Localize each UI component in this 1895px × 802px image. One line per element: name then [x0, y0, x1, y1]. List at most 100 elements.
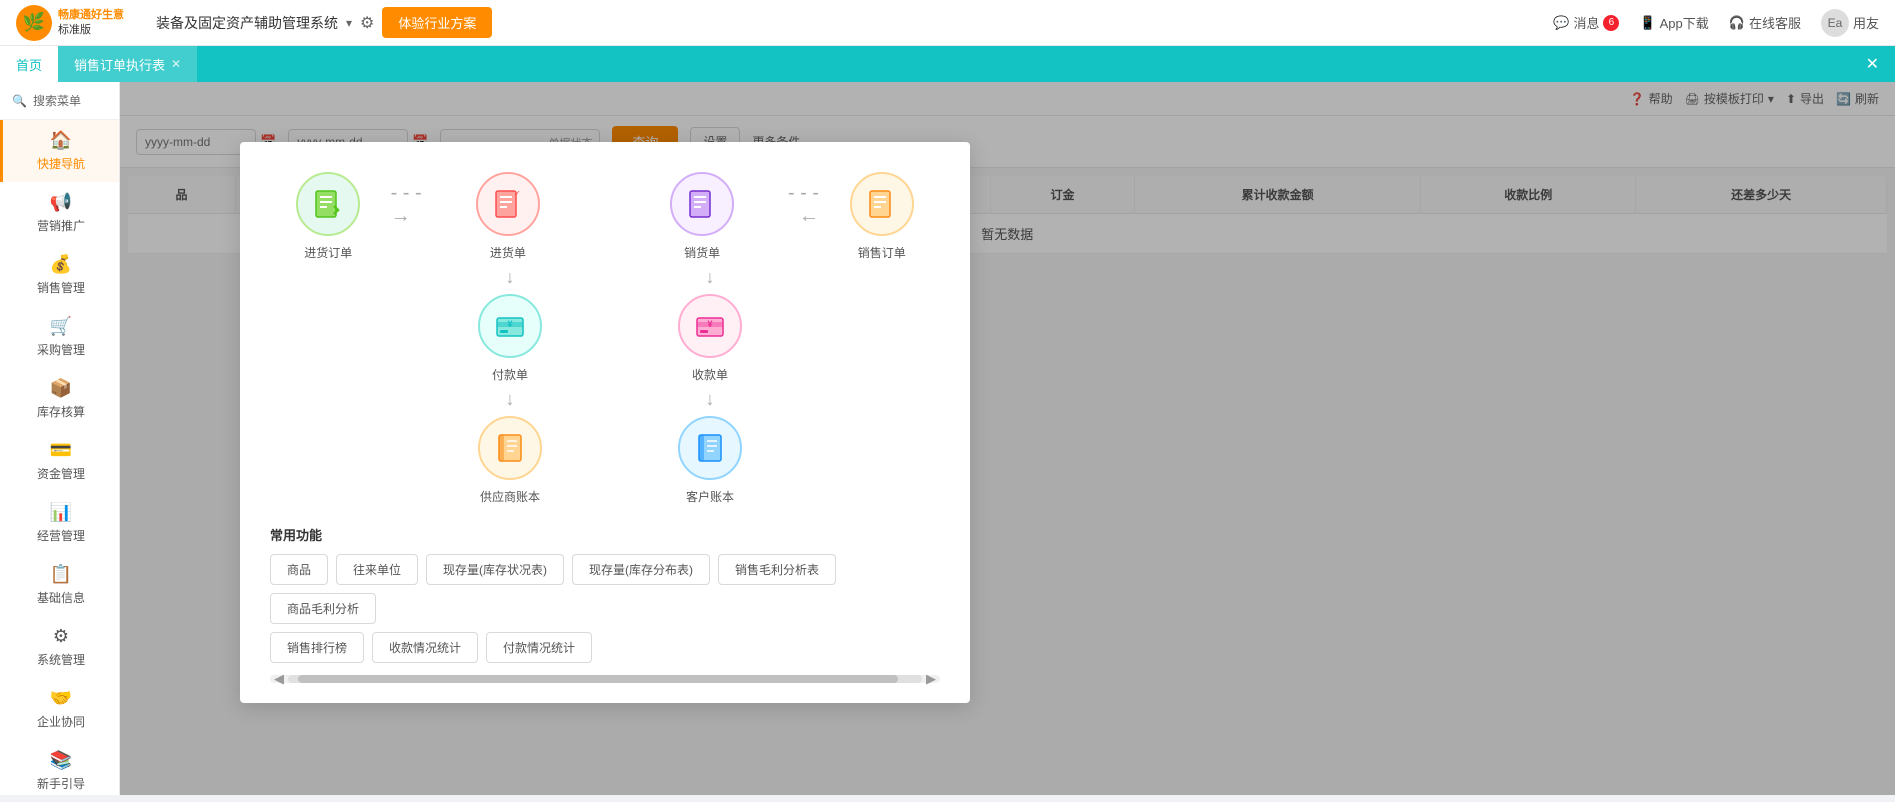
logo-area: 🌿 畅康通好生意 标准版	[16, 5, 136, 41]
scroll-left-arrow[interactable]: ◀	[270, 671, 288, 687]
flow-row-1: 进货订单 - - - → ✓	[270, 172, 940, 261]
flow-node-sales-slip: 销货单	[644, 172, 761, 261]
scrollbar-thumb[interactable]	[298, 675, 898, 683]
window-close-icon[interactable]: ✕	[1866, 54, 1895, 74]
flow-row-2: ¥ 付款单 ¥	[270, 294, 770, 383]
system-title-area: 装备及固定资产辅助管理系统 ▾ ⚙ 体验行业方案	[136, 7, 1553, 38]
tab-home[interactable]: 首页	[0, 46, 58, 82]
down-arrow-sales: ↓	[650, 267, 770, 288]
sidebar-item-purchase[interactable]: 🛒 采购管理	[0, 306, 119, 368]
purchase-icon: 🛒	[50, 316, 72, 337]
message-icon: 💬	[1553, 15, 1569, 31]
func-btn-receipt-stats[interactable]: 收款情况统计	[372, 632, 478, 663]
svg-text:¥: ¥	[707, 319, 712, 329]
sidebar-item-guide[interactable]: 📚 新手引导	[0, 740, 119, 802]
receipt-label: 收款单	[692, 366, 728, 383]
purchase-slip-circle[interactable]: ✓	[476, 172, 540, 236]
enterprise-icon: 🤝	[50, 688, 72, 709]
function-btns-row2: 销售排行榜 收款情况统计 付款情况统计	[270, 632, 940, 663]
scroll-right-arrow[interactable]: ▶	[922, 671, 940, 687]
flow-arrows-down-2: ↓ ↓	[270, 387, 770, 412]
func-btn-sales-margin[interactable]: 销售毛利分析表	[718, 554, 836, 585]
modal-dialog: 进货订单 - - - → ✓	[240, 142, 970, 703]
sales-slip-label: 销货单	[684, 244, 720, 261]
sidebar-item-quick-nav[interactable]: 🏠 快捷导航	[0, 120, 119, 182]
sidebar-item-inventory[interactable]: 📦 库存核算	[0, 368, 119, 430]
purchase-order-label: 进货订单	[304, 244, 352, 261]
app-download-btn[interactable]: 📱 App下载	[1639, 13, 1708, 32]
func-btn-product[interactable]: 商品	[270, 554, 328, 585]
marketing-icon: 📢	[50, 192, 72, 213]
receipt-circle[interactable]: ¥	[678, 294, 742, 358]
logo-icon: 🌿	[16, 5, 52, 41]
tab-sales-order[interactable]: 销售订单执行表 ✕	[58, 46, 197, 82]
customer-ledger-label: 客户账本	[686, 488, 734, 505]
sidebar-item-enterprise[interactable]: 🤝 企业协同	[0, 678, 119, 740]
online-service-btn[interactable]: 🎧 在线客服	[1729, 13, 1801, 32]
message-badge: 6	[1603, 15, 1619, 31]
system-icon: ⚙	[53, 626, 69, 647]
sales-slip-circle[interactable]	[670, 172, 734, 236]
arrow-1: - - - →	[387, 182, 450, 252]
sidebar: 🔍 搜索菜单 🏠 快捷导航 📢 营销推广 💰 销售管理 🛒 采购管理 📦 库存核…	[0, 82, 120, 795]
message-btn[interactable]: 💬 消息 6	[1553, 13, 1619, 32]
system-title: 装备及固定资产辅助管理系统	[156, 13, 338, 33]
common-functions: 常用功能 商品 往来单位 现存量(库存状况表) 现存量(库存分布表) 销售毛利分…	[270, 525, 940, 663]
flow-node-receipt: ¥ 收款单	[650, 294, 770, 383]
sidebar-item-operations[interactable]: 📊 经营管理	[0, 492, 119, 554]
supplier-ledger-circle[interactable]	[478, 416, 542, 480]
tab-bar: 首页 销售订单执行表 ✕ ✕	[0, 46, 1895, 82]
down-arrow-receipt: ↓	[650, 389, 770, 410]
system-dropdown-btn[interactable]: ▾	[346, 16, 352, 30]
quick-nav-icon: 🏠	[50, 130, 72, 151]
service-icon: 🎧	[1729, 15, 1745, 31]
download-icon: 📱	[1639, 15, 1655, 31]
purchase-slip-label: 进货单	[490, 244, 526, 261]
scrollbar-track[interactable]	[288, 675, 922, 683]
operations-icon: 📊	[50, 502, 72, 523]
message-label: 消息	[1573, 13, 1599, 32]
payment-circle[interactable]: ¥	[478, 294, 542, 358]
trial-button[interactable]: 体验行业方案	[382, 7, 492, 38]
sidebar-item-basic-info[interactable]: 📋 基础信息	[0, 554, 119, 616]
flow-row-3: 供应商账本	[270, 416, 770, 505]
brand-name: 畅康通好生意	[58, 8, 124, 22]
search-menu[interactable]: 🔍 搜索菜单	[0, 82, 119, 120]
common-functions-title: 常用功能	[270, 525, 940, 544]
main-layout: 🔍 搜索菜单 🏠 快捷导航 📢 营销推广 💰 销售管理 🛒 采购管理 📦 库存核…	[0, 82, 1895, 795]
svg-text:✓: ✓	[514, 189, 521, 198]
down-arrow-payment: ↓	[450, 389, 570, 410]
customer-ledger-circle[interactable]	[678, 416, 742, 480]
func-btn-product-margin[interactable]: 商品毛利分析	[270, 593, 376, 624]
flow-node-supplier-ledger: 供应商账本	[450, 416, 570, 505]
svg-text:¥: ¥	[507, 319, 512, 329]
func-btn-inventory-status[interactable]: 现存量(库存状况表)	[426, 554, 564, 585]
function-btns-row1: 商品 往来单位 现存量(库存状况表) 现存量(库存分布表) 销售毛利分析表 商品…	[270, 554, 940, 624]
flow-node-purchase-order: 进货订单	[270, 172, 387, 261]
user-area[interactable]: Ea 用友	[1821, 9, 1879, 37]
payment-label: 付款单	[492, 366, 528, 383]
flow-node-payment: ¥ 付款单	[450, 294, 570, 383]
user-avatar: Ea	[1821, 9, 1849, 37]
supplier-ledger-label: 供应商账本	[480, 488, 540, 505]
down-arrow-purchase: ↓	[450, 267, 570, 288]
sidebar-item-finance[interactable]: 💳 资金管理	[0, 430, 119, 492]
flow-arrows-down: ↓ ↓	[270, 265, 770, 290]
purchase-order-circle[interactable]	[296, 172, 360, 236]
flow-diagram: 进货订单 - - - → ✓	[270, 172, 940, 505]
top-header: 🌿 畅康通好生意 标准版 装备及固定资产辅助管理系统 ▾ ⚙ 体验行业方案 💬 …	[0, 0, 1895, 46]
sidebar-item-sales[interactable]: 💰 销售管理	[0, 244, 119, 306]
func-btn-inventory-dist[interactable]: 现存量(库存分布表)	[572, 554, 710, 585]
sales-order-label: 销售订单	[858, 244, 906, 261]
func-btn-partner[interactable]: 往来单位	[336, 554, 418, 585]
sidebar-item-system[interactable]: ⚙ 系统管理	[0, 616, 119, 678]
func-btn-sales-rank[interactable]: 销售排行榜	[270, 632, 364, 663]
header-right: 💬 消息 6 📱 App下载 🎧 在线客服 Ea 用友	[1553, 9, 1879, 37]
settings-icon[interactable]: ⚙	[360, 13, 374, 33]
func-btn-payment-stats[interactable]: 付款情况统计	[486, 632, 592, 663]
sidebar-item-marketing[interactable]: 📢 营销推广	[0, 182, 119, 244]
sales-icon: 💰	[50, 254, 72, 275]
sales-order-circle[interactable]	[850, 172, 914, 236]
content-area: ❓ 帮助 🖨 按模板打印 ▾ ⬆ 导出 🔄 刷新 📅	[120, 82, 1895, 795]
tab-close-icon[interactable]: ✕	[171, 57, 181, 71]
